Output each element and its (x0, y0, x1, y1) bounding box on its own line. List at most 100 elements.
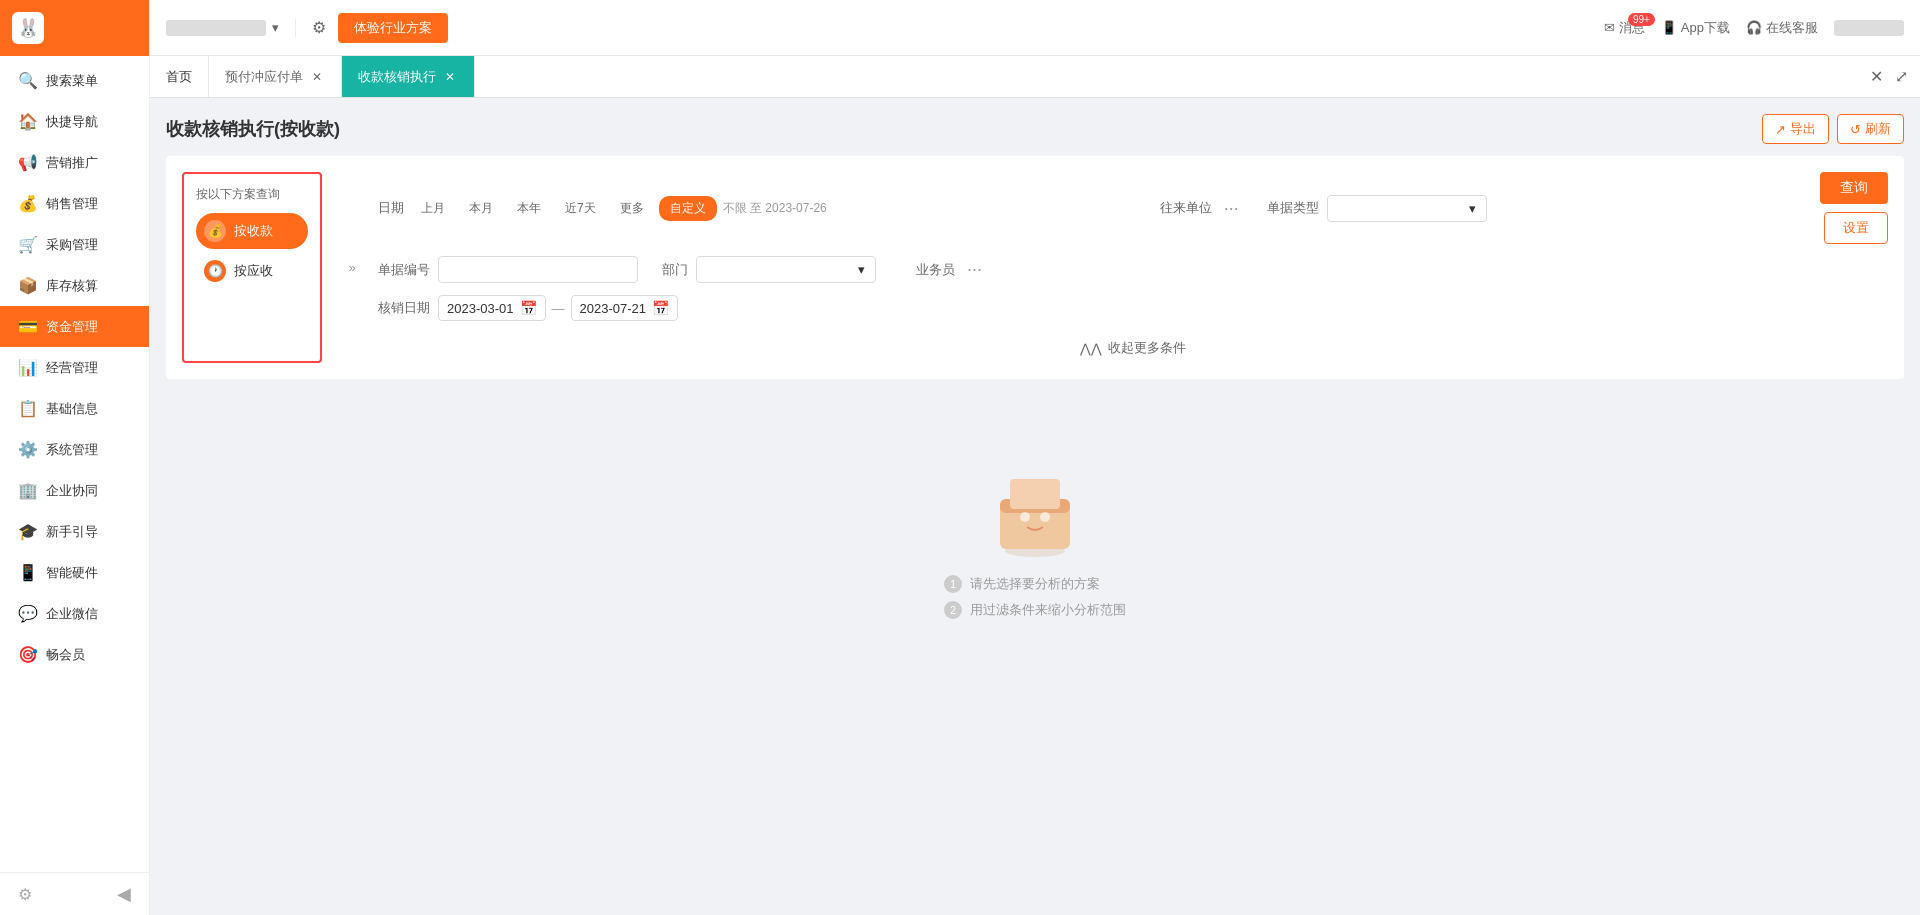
date-filter-field: 日期 上月 本月 本年 近7天 更多 自定义 不限 至 2023-07-26 (378, 196, 827, 221)
receipt-option-icon: 💰 (204, 220, 226, 242)
member-icon: 🎯 (18, 645, 38, 664)
empty-hint-1: 1 请先选择要分析的方案 (944, 575, 1126, 593)
sidebar-item-marketing[interactable]: 📢 营销推广 (0, 142, 149, 183)
chevron-up-icon: ⋀⋀ (1080, 341, 1102, 356)
doc-type-label: 单据类型 (1267, 199, 1319, 217)
sidebar-item-system[interactable]: ⚙️系统管理 (0, 429, 149, 470)
sidebar-item-business[interactable]: 📊 经营管理 (0, 347, 149, 388)
filter-by-receivable[interactable]: 🕐 按应收 (196, 253, 308, 289)
date-btn-custom[interactable]: 自定义 (659, 196, 717, 221)
staff-field: 业务员 ··· (916, 259, 986, 280)
close-tab-icon[interactable]: ✕ (1870, 67, 1883, 86)
sidebar-item-basic-info[interactable]: 📋 基础信息 (0, 388, 149, 429)
tab-home[interactable]: 首页 (150, 56, 209, 97)
topbar-right: ✉ 消息 99+ 📱 App下载 🎧 在线客服 (1604, 19, 1904, 37)
app-download-btn[interactable]: 📱 App下载 (1661, 19, 1730, 37)
collapse-more-btn[interactable]: ⋀⋀ 收起更多条件 (378, 333, 1888, 363)
basic-info-label: 基础信息 (46, 400, 98, 418)
empty-hints: 1 请先选择要分析的方案 2 用过滤条件来缩小分析范围 (944, 575, 1126, 619)
counterpart-selector[interactable]: ··· (1220, 198, 1243, 219)
export-icon: ↗ (1775, 122, 1786, 137)
online-service-btn[interactable]: 🎧 在线客服 (1746, 19, 1818, 37)
sidebar-item-member[interactable]: 🎯畅会员 (0, 634, 149, 675)
refresh-icon: ↺ (1850, 122, 1861, 137)
guide-icon: 🎓 (18, 522, 38, 541)
filter-by-receipt[interactable]: 💰 按收款 (196, 213, 308, 249)
date-btn-last-month[interactable]: 上月 (412, 196, 454, 221)
svg-point-5 (1040, 512, 1050, 522)
page-actions: ↗ 导出 ↺ 刷新 (1762, 114, 1904, 144)
settings-bottom-icon[interactable]: ⚙ (18, 885, 32, 904)
date-btn-more[interactable]: 更多 (611, 196, 653, 221)
export-btn[interactable]: ↗ 导出 (1762, 114, 1829, 144)
dept-label: 部门 (662, 261, 688, 279)
company-selector[interactable]: ▾ (166, 20, 279, 36)
sidebar-item-sales[interactable]: 💰 销售管理 (0, 183, 149, 224)
sidebar-item-guide[interactable]: 🎓新手引导 (0, 511, 149, 552)
filter-fields: 日期 上月 本月 本年 近7天 更多 自定义 不限 至 2023-07-26 往… (378, 172, 1888, 363)
receipt-option-label: 按收款 (234, 222, 273, 240)
service-icon: 🎧 (1746, 20, 1762, 35)
business-icon: 📊 (18, 358, 38, 377)
page-title: 收款核销执行(按收款) (166, 117, 340, 141)
dept-select[interactable]: ▾ (696, 256, 876, 283)
date-btn-7days[interactable]: 近7天 (556, 196, 605, 221)
refresh-btn[interactable]: ↺ 刷新 (1837, 114, 1904, 144)
filter-row-1: 日期 上月 本月 本年 近7天 更多 自定义 不限 至 2023-07-26 往… (378, 172, 1888, 244)
receivable-option-icon: 🕐 (204, 260, 226, 282)
date-btn-this-year[interactable]: 本年 (508, 196, 550, 221)
filter-scheme-title: 按以下方案查询 (196, 186, 308, 203)
tab-prepay[interactable]: 预付冲应付单 ✕ (209, 56, 342, 97)
sidebar-item-purchase[interactable]: 🛒采购管理 (0, 224, 149, 265)
enterprise-label: 企业协同 (46, 482, 98, 500)
hardware-icon: 📱 (18, 563, 38, 582)
chevron-down-icon[interactable]: ▾ (272, 20, 279, 35)
filter-settings-btn[interactable]: 设置 (1824, 212, 1888, 244)
messages-btn[interactable]: ✉ 消息 99+ (1604, 19, 1645, 37)
tab-receipt-writeoff[interactable]: 收款核销执行 ✕ (342, 56, 475, 97)
sidebar-item-quick-nav[interactable]: 🏠快捷导航 (0, 101, 149, 142)
doc-type-select[interactable]: ▾ (1327, 195, 1487, 222)
tab-actions: ✕ ⤢ (1858, 56, 1920, 97)
date-hint: 不限 至 2023-07-26 (723, 200, 827, 217)
svg-point-4 (1020, 512, 1030, 522)
quick-nav-label: 快捷导航 (46, 113, 98, 131)
sidebar-item-finance[interactable]: 💳资金管理 (0, 306, 149, 347)
sales-label: 销售管理 (46, 195, 98, 213)
sidebar-collapse-btn[interactable]: ◀ (117, 883, 131, 905)
date-btn-this-month[interactable]: 本月 (460, 196, 502, 221)
logo-icon: 🐰 (12, 12, 44, 44)
solution-btn[interactable]: 体验行业方案 (338, 13, 448, 43)
sidebar-item-search-menu[interactable]: 🔍搜索菜单 (0, 60, 149, 101)
doc-no-input[interactable] (438, 256, 638, 283)
receipt-tab-close[interactable]: ✕ (442, 69, 458, 85)
sidebar-item-hardware[interactable]: 📱 智能硬件 (0, 552, 149, 593)
sidebar: 🐰 畅捷通好生意 标准版 🔍搜索菜单🏠快捷导航📢营销推广💰销售管理🛒采购管理📦库… (0, 0, 150, 915)
staff-label: 业务员 (916, 261, 955, 279)
gear-icon[interactable]: ⚙ (312, 18, 326, 37)
sidebar-item-enterprise[interactable]: 🏢企业协同 (0, 470, 149, 511)
message-icon: ✉ (1604, 20, 1615, 35)
doc-no-label: 单据编号 (378, 261, 430, 279)
username-display (1834, 20, 1904, 36)
system-label: 系统管理 (46, 441, 98, 459)
sidebar-item-inventory[interactable]: 📦库存核算 (0, 265, 149, 306)
writeoff-end-date[interactable]: 2023-07-21 📅 (571, 295, 679, 321)
expand-tab-icon[interactable]: ⤢ (1895, 67, 1908, 86)
marketing-label: 营销推广 (46, 154, 98, 172)
sales-icon: 💰 (18, 194, 38, 213)
filter-collapse-btn[interactable]: » (342, 172, 362, 363)
sidebar-item-wechat[interactable]: 💬企业微信 (0, 593, 149, 634)
basic-info-icon: 📋 (18, 399, 38, 418)
marketing-icon: 📢 (18, 153, 38, 172)
business-label: 经营管理 (46, 359, 98, 377)
filter-actions: 查询 设置 (1820, 172, 1888, 244)
prepay-tab-close[interactable]: ✕ (309, 69, 325, 85)
writeoff-start-date[interactable]: 2023-03-01 📅 (438, 295, 546, 321)
staff-selector[interactable]: ··· (963, 259, 986, 280)
hardware-label: 智能硬件 (46, 564, 98, 582)
wechat-label: 企业微信 (46, 605, 98, 623)
query-btn[interactable]: 查询 (1820, 172, 1888, 204)
sidebar-nav: 🔍搜索菜单🏠快捷导航 📢 营销推广 💰 销售管理 🛒采购管理📦库存核算💳资金管理 📊 经营管理… (0, 56, 149, 872)
dept-chevron-icon: ▾ (858, 262, 865, 277)
